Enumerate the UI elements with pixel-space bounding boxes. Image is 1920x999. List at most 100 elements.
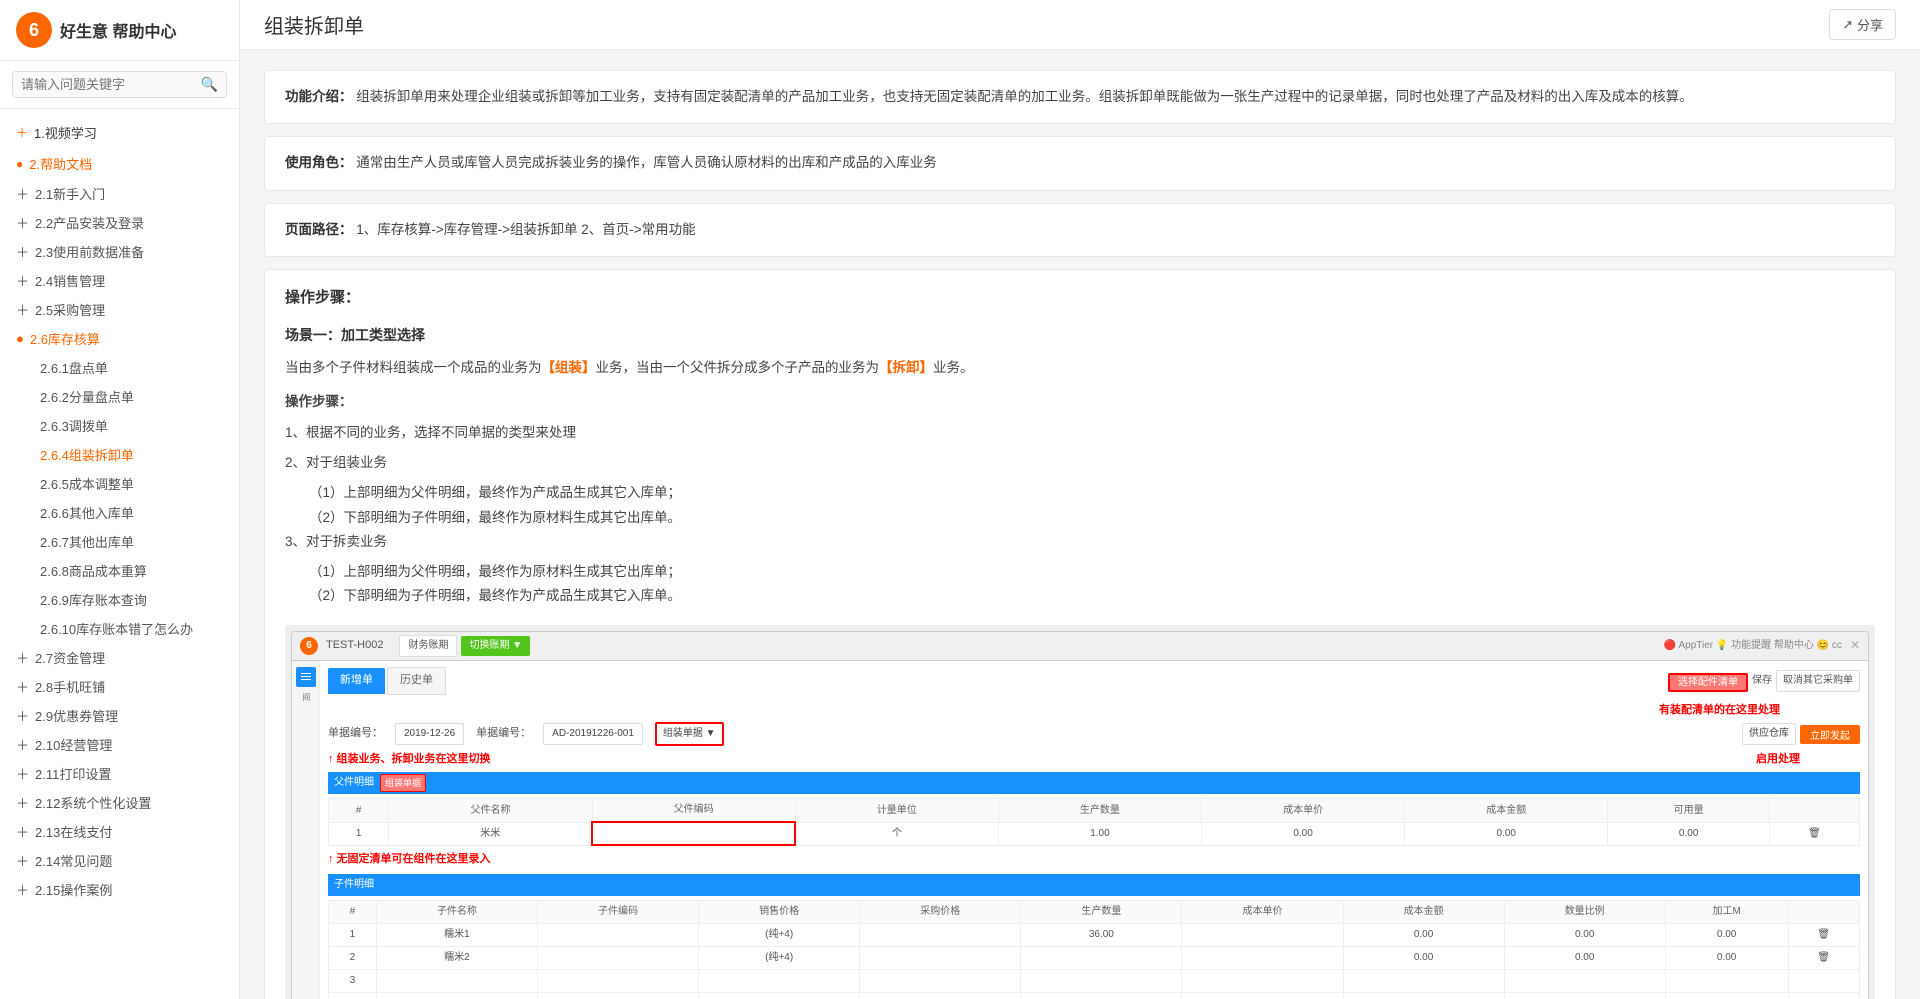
mock-td-name: 米米 bbox=[480, 828, 500, 839]
logo-icon: 6 bbox=[16, 12, 52, 48]
sidebar-item-23[interactable]: ＋ 2.3使用前数据准备 bbox=[0, 237, 239, 266]
intro-label: 功能介绍： bbox=[285, 89, 353, 104]
plus-icon-210: ＋ bbox=[16, 735, 29, 754]
intro-block: 功能介绍： 组装拆卸单用来处理企业组装或拆卸等加工业务，支持有固定装配清单的产品… bbox=[264, 70, 1896, 124]
mock-table-parent: #父件名称父件编码计量单位生产数量成本单价成本金额可用量 1 米米 个1.000… bbox=[328, 798, 1860, 846]
sidebar-item-266[interactable]: 2.6.6其他入库单 bbox=[12, 498, 239, 527]
step1: 1、根据不同的业务，选择不同单据的类型来处理 bbox=[285, 421, 1875, 445]
sidebar-item-21[interactable]: ＋ 2.1新手入门 bbox=[0, 179, 239, 208]
sidebar-item-268[interactable]: 2.6.8商品成本重算 bbox=[12, 556, 239, 585]
sidebar-item-25[interactable]: ＋ 2.5采购管理 bbox=[0, 295, 239, 324]
sidebar-item-215-label: 2.15操作案例 bbox=[35, 880, 112, 899]
sidebar-item-26[interactable]: ● 2.6库存核算 bbox=[0, 324, 239, 353]
ops-title: 操作步骤： bbox=[285, 284, 1875, 311]
plus-icon-29: ＋ bbox=[16, 706, 29, 725]
sidebar-item-1[interactable]: ＋ 1.视频学习 bbox=[0, 117, 239, 148]
mock-section-child-label: 子件明细 bbox=[334, 876, 374, 894]
sidebar-item-263[interactable]: 2.6.3调拨单 bbox=[12, 411, 239, 440]
mock-launch-btn[interactable]: 立即发起 bbox=[1800, 725, 1860, 744]
screenshot-wrapper: 6 TEST-H002 财务账期 切换账期 ▼ 🔴 AppTier 💡 功能提醒… bbox=[285, 625, 1875, 999]
nav-section-2: ● 2.帮助文档 ＋ 2.1新手入门 ＋ 2.2产品安装及登录 ＋ 2.3使用前… bbox=[0, 148, 239, 904]
plus-icon-211: ＋ bbox=[16, 764, 29, 783]
mock-child-row-1: 1糯米1(纯+4)36.000.000.000.00🗑 bbox=[329, 924, 1860, 947]
mock-child-row-2: 2糯米2(纯+4)0.000.000.00🗑 bbox=[329, 947, 1860, 970]
nav-children-26: 2.6.1盘点单 2.6.2分量盘点单 2.6.3调拨单 2.6.4组装拆卸单 … bbox=[0, 353, 239, 643]
mock-section-parent: 父件明细 组装单据 bbox=[328, 772, 1860, 794]
share-icon: ↗ bbox=[1842, 17, 1853, 33]
sidebar-item-267[interactable]: 2.6.7其他出库单 bbox=[12, 527, 239, 556]
sidebar-item-2610[interactable]: 2.6.10库存账本错了怎么办 bbox=[12, 614, 239, 643]
step3: 3、对于拆卖业务 bbox=[285, 530, 1875, 554]
annotation-label-4: ↑ 无固定清单可在组件在这里录入 bbox=[328, 850, 1860, 870]
content-area: 功能介绍： 组装拆卸单用来处理企业组装或拆卸等加工业务，支持有固定装配清单的产品… bbox=[240, 50, 1920, 999]
sidebar-item-264[interactable]: 2.6.4组装拆卸单 bbox=[12, 440, 239, 469]
sidebar-item-25-label: 2.5采购管理 bbox=[35, 300, 105, 319]
plus-icon-24: ＋ bbox=[16, 271, 29, 290]
share-button[interactable]: ↗ 分享 bbox=[1829, 9, 1896, 40]
nav-tree: ＋ 1.视频学习 ● 2.帮助文档 ＋ 2.1新手入门 ＋ 2.2产品安装及登录 bbox=[0, 109, 239, 999]
sidebar-item-210[interactable]: ＋ 2.10经营管理 bbox=[0, 730, 239, 759]
sidebar-item-28[interactable]: ＋ 2.8手机旺铺 bbox=[0, 672, 239, 701]
mock-child-row-3: 3 bbox=[329, 970, 1860, 993]
mock-tab-new[interactable]: 新增单 bbox=[328, 668, 385, 694]
mock-company: TEST-H002 bbox=[326, 636, 383, 656]
sidebar-item-27-label: 2.7资金管理 bbox=[35, 648, 105, 667]
plus-icon-27: ＋ bbox=[16, 648, 29, 667]
mock-field-date: 2019-12-26 bbox=[395, 723, 464, 745]
sidebar-item-213[interactable]: ＋ 2.13在线支付 bbox=[0, 817, 239, 846]
plus-icon-25: ＋ bbox=[16, 300, 29, 319]
role-label: 使用角色： bbox=[285, 155, 353, 170]
sidebar-item-262[interactable]: 2.6.2分量盘点单 bbox=[12, 382, 239, 411]
search-input[interactable] bbox=[21, 77, 201, 92]
search-area: 🔍 bbox=[0, 61, 239, 109]
sidebar-item-212[interactable]: ＋ 2.12系统个性化设置 bbox=[0, 788, 239, 817]
search-box: 🔍 bbox=[12, 71, 227, 98]
step2-sub1: （1）上部明细为父件明细，最终作为产成品生成其它入库单； bbox=[285, 481, 1875, 505]
sidebar-item-265[interactable]: 2.6.5成本调整单 bbox=[12, 469, 239, 498]
minus-icon-26: ● bbox=[16, 331, 24, 346]
nav-section-1: ＋ 1.视频学习 bbox=[0, 117, 239, 148]
mock-table-child: #子件名称子件编码销售价格采购价格生产数量成本单价成本金额数量比例加工M 1糯米… bbox=[328, 900, 1860, 999]
highlight-chaijian: 【拆卸】 bbox=[879, 360, 933, 375]
sidebar-item-215[interactable]: ＋ 2.15操作案例 bbox=[0, 875, 239, 904]
sidebar-item-2[interactable]: ● 2.帮助文档 bbox=[0, 148, 239, 179]
annotation-label-3: 启用处理 bbox=[1756, 750, 1800, 770]
sidebar-item-24[interactable]: ＋ 2.4销售管理 bbox=[0, 266, 239, 295]
annotation-label-2: ↑ 组装业务、拆卸业务在这里切换 bbox=[328, 750, 491, 770]
logo-text: 好生意 帮助中心 bbox=[60, 18, 176, 42]
sidebar-item-269[interactable]: 2.6.9库存账本查询 bbox=[12, 585, 239, 614]
intro-text: 组装拆卸单用来处理企业组装或拆卸等加工业务，支持有固定装配清单的产品加工业务，也… bbox=[356, 89, 1693, 104]
mock-section-child: 子件明细 bbox=[328, 874, 1860, 896]
sidebar-item-261[interactable]: 2.6.1盘点单 bbox=[12, 353, 239, 382]
mock-save-btn: 保存 bbox=[1752, 672, 1772, 690]
mock-table-row: 1 米米 个1.000.000.000.00 🗑 bbox=[329, 822, 1860, 845]
mock-sidebar-icon bbox=[296, 667, 316, 687]
plus-icon-22: ＋ bbox=[16, 213, 29, 232]
topbar: 组装拆卸单 ↗ 分享 bbox=[240, 0, 1920, 50]
plus-icon-212: ＋ bbox=[16, 793, 29, 812]
mock-icons-right: 🔴 AppTier 💡 功能提醒 帮助中心 😊 cc bbox=[1664, 637, 1842, 655]
mock-row-icons: 🗑 bbox=[1808, 828, 1821, 839]
role-block: 使用角色： 通常由生产人员或库管人员完成拆装业务的操作，库管人员确认原材料的出库… bbox=[264, 136, 1896, 190]
path-text: 1、库存核算->库存管理->组装拆卸单 2、首页->常用功能 bbox=[356, 222, 695, 237]
mock-sidebar-text: 间 bbox=[298, 693, 312, 701]
role-text: 通常由生产人员或库管人员完成拆装业务的操作，库管人员确认原材料的出库和产成品的入… bbox=[356, 155, 937, 170]
mock-close-icon[interactable]: ✕ bbox=[1850, 635, 1860, 657]
sidebar-item-22[interactable]: ＋ 2.2产品安装及登录 bbox=[0, 208, 239, 237]
mock-cancel-btn[interactable]: 取消其它采购单 bbox=[1776, 670, 1860, 692]
sidebar-item-212-label: 2.12系统个性化设置 bbox=[35, 793, 151, 812]
mock-warehouse-field[interactable]: 供应仓库 bbox=[1742, 723, 1796, 745]
page-title: 组装拆卸单 bbox=[264, 10, 364, 39]
search-icon[interactable]: 🔍 bbox=[201, 76, 218, 93]
mock-type-dropdown[interactable]: 组装单据 ▼ bbox=[655, 722, 724, 746]
plus-icon-23: ＋ bbox=[16, 242, 29, 261]
sidebar-item-210-label: 2.10经营管理 bbox=[35, 735, 112, 754]
mock-child-row-4: 4 bbox=[329, 993, 1860, 999]
sidebar-item-211[interactable]: ＋ 2.11打印设置 bbox=[0, 759, 239, 788]
sidebar-item-29[interactable]: ＋ 2.9优惠券管理 bbox=[0, 701, 239, 730]
mock-tab-history[interactable]: 历史单 bbox=[387, 667, 446, 695]
sidebar-item-214[interactable]: ＋ 2.14常见问题 bbox=[0, 846, 239, 875]
sidebar-item-27[interactable]: ＋ 2.7资金管理 bbox=[0, 643, 239, 672]
annotation-label-1: 有装配清单的在这里处理 bbox=[328, 701, 1780, 721]
share-label: 分享 bbox=[1857, 15, 1883, 34]
